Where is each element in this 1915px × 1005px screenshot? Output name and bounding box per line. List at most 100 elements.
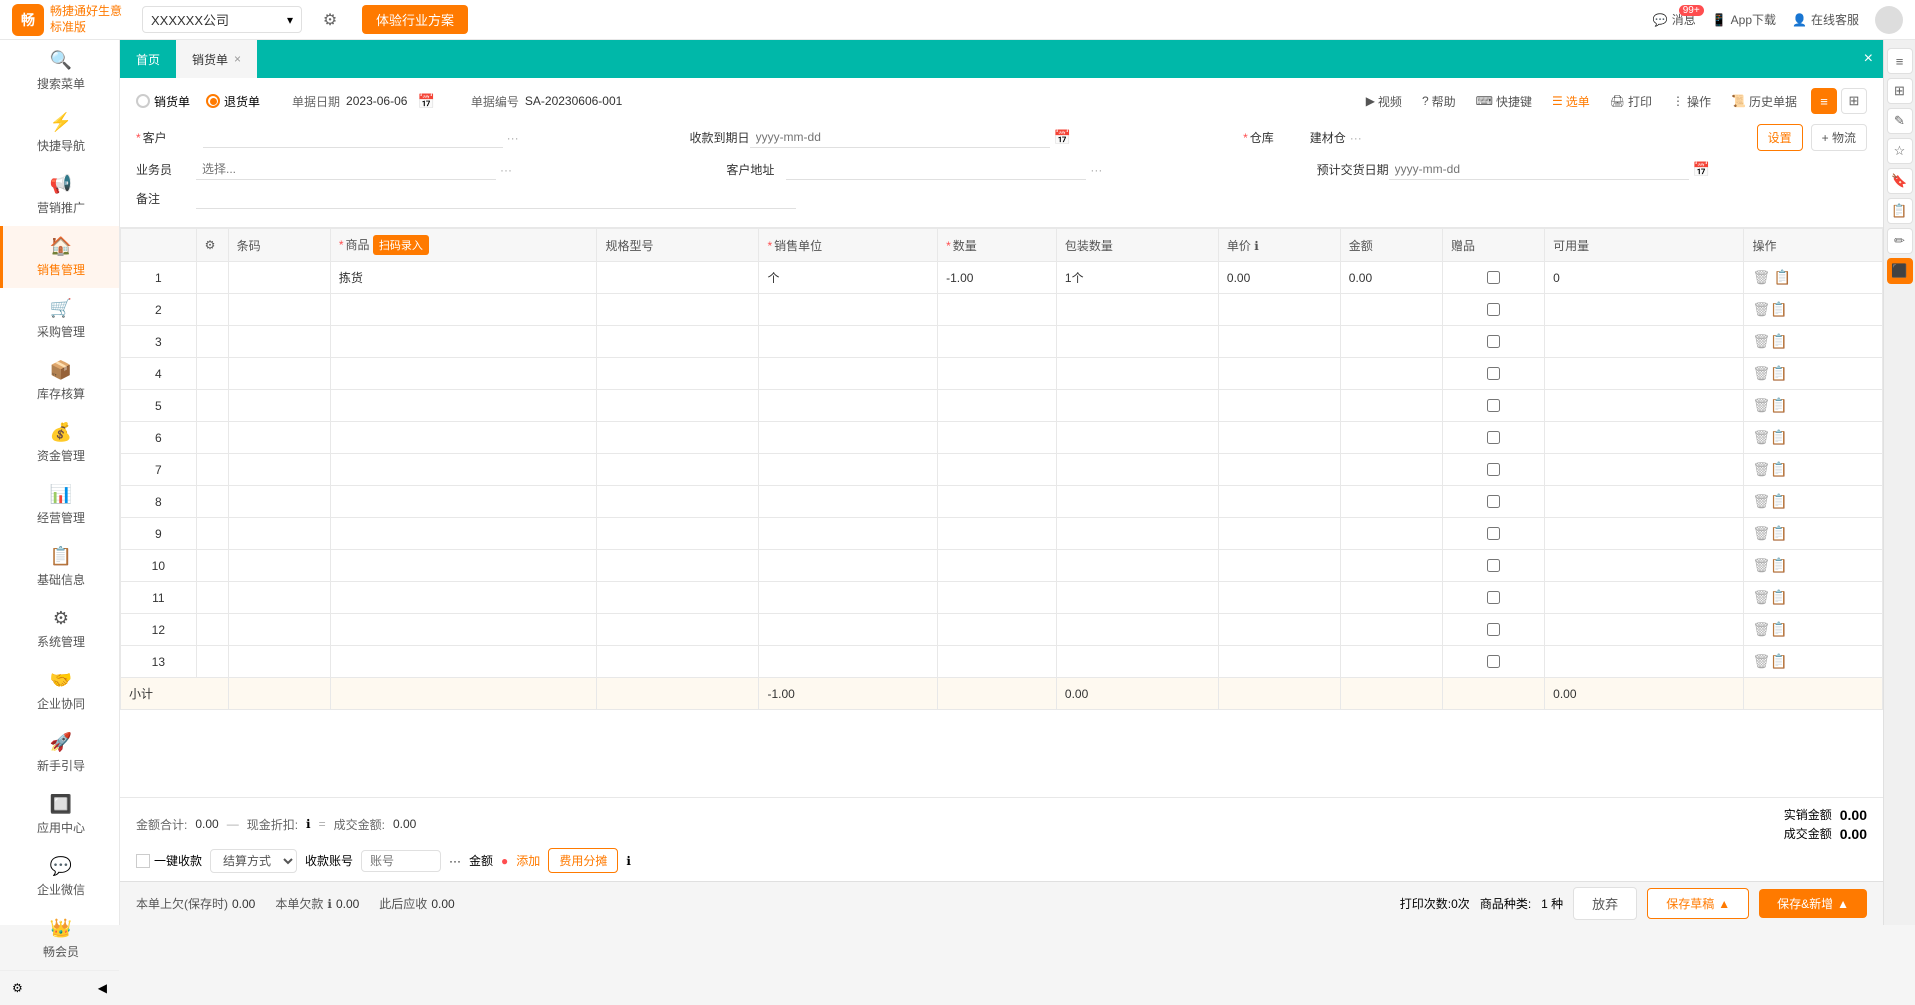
receipt-due-input[interactable]: [750, 127, 1050, 148]
message-button[interactable]: 💬 消息 99+: [1653, 11, 1696, 28]
sidebar-item-system[interactable]: ⚙ 系统管理: [0, 598, 119, 660]
row-1-gift[interactable]: [1442, 262, 1544, 294]
avatar[interactable]: [1875, 6, 1903, 34]
row-1-unit-price[interactable]: 0.00: [1218, 262, 1340, 294]
rp-btn-1[interactable]: ≡: [1887, 48, 1913, 74]
expected-delivery-calendar-icon[interactable]: 📅: [1693, 161, 1710, 178]
rp-btn-3[interactable]: ✎: [1887, 108, 1913, 134]
sidebar-item-operations[interactable]: 📊 经营管理: [0, 474, 119, 536]
copy-btn-10[interactable]: 📋: [1770, 557, 1787, 574]
expense-btn[interactable]: 费用分摊: [548, 848, 618, 873]
shortcuts-btn[interactable]: ⌨ 快捷键: [1470, 91, 1538, 112]
tab-close-icon[interactable]: ×: [234, 52, 241, 66]
sidebar-item-appstore[interactable]: 🔲 应用中心: [0, 784, 119, 846]
salesperson-input[interactable]: [196, 159, 496, 180]
sidebar-collapse-icon[interactable]: ◀: [98, 981, 107, 995]
copy-btn-5[interactable]: 📋: [1770, 397, 1787, 414]
account-input[interactable]: [361, 850, 441, 872]
sidebar-item-inventory[interactable]: 📦 库存核算: [0, 350, 119, 412]
rp-btn-4[interactable]: ☆: [1887, 138, 1913, 164]
sidebar-item-collab[interactable]: 🤝 企业协同: [0, 660, 119, 722]
tab-home[interactable]: 首页: [120, 40, 176, 78]
sidebar-item-member[interactable]: 👑 畅会员: [0, 908, 119, 970]
copy-btn-12[interactable]: 📋: [1770, 621, 1787, 638]
sidebar-item-weixin[interactable]: 💬 企业微信: [0, 846, 119, 908]
address-dots[interactable]: ···: [1090, 163, 1102, 177]
num-value[interactable]: SA-20230606-001: [525, 94, 622, 108]
grid-view-btn[interactable]: ⊞: [1841, 88, 1867, 114]
delete-btn-1[interactable]: 🗑: [1752, 269, 1770, 286]
company-selector[interactable]: XXXXXX公司 ▾: [142, 6, 302, 33]
copy-btn-2[interactable]: 📋: [1770, 301, 1787, 318]
delete-btn-6[interactable]: 🗑: [1752, 429, 1770, 446]
copy-btn-13[interactable]: 📋: [1770, 653, 1787, 670]
rp-btn-7[interactable]: ✏: [1887, 228, 1913, 254]
one-click-payment[interactable]: 一键收款: [136, 852, 202, 869]
customer-address-input[interactable]: [786, 159, 1086, 180]
copy-btn-3[interactable]: 📋: [1770, 333, 1787, 350]
receipt-due-calendar-icon[interactable]: 📅: [1054, 129, 1071, 146]
delete-btn-10[interactable]: 🗑: [1752, 557, 1770, 574]
sidebar-item-marketing[interactable]: 📢 营销推广: [0, 164, 119, 226]
settings-btn[interactable]: 设置: [1757, 124, 1803, 151]
copy-btn-4[interactable]: 📋: [1770, 365, 1787, 382]
rp-btn-8[interactable]: ⬛: [1887, 258, 1913, 284]
sidebar-item-sales[interactable]: 🏠 销售管理: [0, 226, 119, 288]
row-1-amount[interactable]: 0.00: [1340, 262, 1442, 294]
help-btn[interactable]: ? 帮助: [1416, 91, 1462, 112]
rp-btn-2[interactable]: ⊞: [1887, 78, 1913, 104]
copy-btn-11[interactable]: 📋: [1770, 589, 1787, 606]
calendar-icon[interactable]: 📅: [417, 93, 434, 110]
sidebar-bottom-settings-icon[interactable]: ⚙: [12, 981, 23, 995]
operations-btn[interactable]: ⋮ 操作: [1666, 91, 1717, 112]
delete-btn-8[interactable]: 🗑: [1752, 493, 1770, 510]
warehouse-dots[interactable]: ···: [1350, 131, 1362, 145]
delete-btn-3[interactable]: 🗑: [1752, 333, 1770, 350]
trial-button[interactable]: 体验行业方案: [362, 5, 468, 34]
sidebar-item-purchase[interactable]: 🛒 采购管理: [0, 288, 119, 350]
sidebar-item-quicknav[interactable]: ⚡ 快捷导航: [0, 102, 119, 164]
delete-btn-11[interactable]: 🗑: [1752, 589, 1770, 606]
salesperson-dots[interactable]: ···: [500, 163, 512, 177]
copy-btn-7[interactable]: 📋: [1770, 461, 1787, 478]
row-1-qty[interactable]: -1.00: [938, 262, 1057, 294]
delete-btn-12[interactable]: 🗑: [1752, 621, 1770, 638]
scan-btn[interactable]: 扫码录入: [373, 235, 429, 255]
save-new-btn[interactable]: 保存&新增 ▲: [1759, 889, 1867, 918]
sidebar-item-basic-info[interactable]: 📋 基础信息: [0, 536, 119, 598]
video-btn[interactable]: ▶ 视频: [1360, 91, 1408, 112]
one-click-checkbox[interactable]: [136, 854, 150, 868]
warehouse-value[interactable]: 建材仓: [1310, 129, 1346, 146]
tab-sales-order[interactable]: 销货单 ×: [176, 40, 257, 78]
sidebar-item-guide[interactable]: 🚀 新手引导: [0, 722, 119, 784]
logistics-btn[interactable]: + 物流: [1811, 124, 1867, 151]
row-1-spec[interactable]: [597, 262, 759, 294]
row-1-product[interactable]: 拣货: [330, 262, 597, 294]
settings-icon[interactable]: ⚙: [316, 6, 344, 34]
copy-btn-8[interactable]: 📋: [1770, 493, 1787, 510]
app-download-button[interactable]: 📱 App下载: [1712, 11, 1776, 28]
copy-btn-1[interactable]: 📋: [1774, 269, 1791, 286]
copy-btn-9[interactable]: 📋: [1770, 525, 1787, 542]
rp-btn-5[interactable]: 🔖: [1887, 168, 1913, 194]
delete-btn-2[interactable]: 🗑: [1752, 301, 1770, 318]
th-settings[interactable]: ⚙: [196, 229, 228, 262]
add-payment-btn[interactable]: 添加: [516, 852, 540, 869]
settlement-method-select[interactable]: 结算方式: [210, 849, 297, 873]
history-btn[interactable]: 📜 历史单据: [1725, 91, 1803, 112]
list-view-btn[interactable]: ≡: [1811, 88, 1837, 114]
print-btn[interactable]: 🖨 打印: [1604, 91, 1658, 112]
customer-input[interactable]: [203, 127, 503, 148]
rp-btn-6[interactable]: 📋: [1887, 198, 1913, 224]
tab-bar-close-icon[interactable]: ×: [1864, 50, 1873, 68]
online-support-button[interactable]: 👤 在线客服: [1792, 11, 1859, 28]
copy-btn-6[interactable]: 📋: [1770, 429, 1787, 446]
amount-dots[interactable]: ···: [449, 854, 461, 868]
delete-btn-9[interactable]: 🗑: [1752, 525, 1770, 542]
expected-delivery-input[interactable]: [1389, 159, 1689, 180]
sidebar-item-search[interactable]: 🔍 搜索菜单: [0, 40, 119, 102]
select-btn[interactable]: ☰ 选单: [1546, 91, 1596, 112]
delete-btn-7[interactable]: 🗑: [1752, 461, 1770, 478]
row-1-unit[interactable]: 个: [759, 262, 938, 294]
delete-btn-13[interactable]: 🗑: [1752, 653, 1770, 670]
